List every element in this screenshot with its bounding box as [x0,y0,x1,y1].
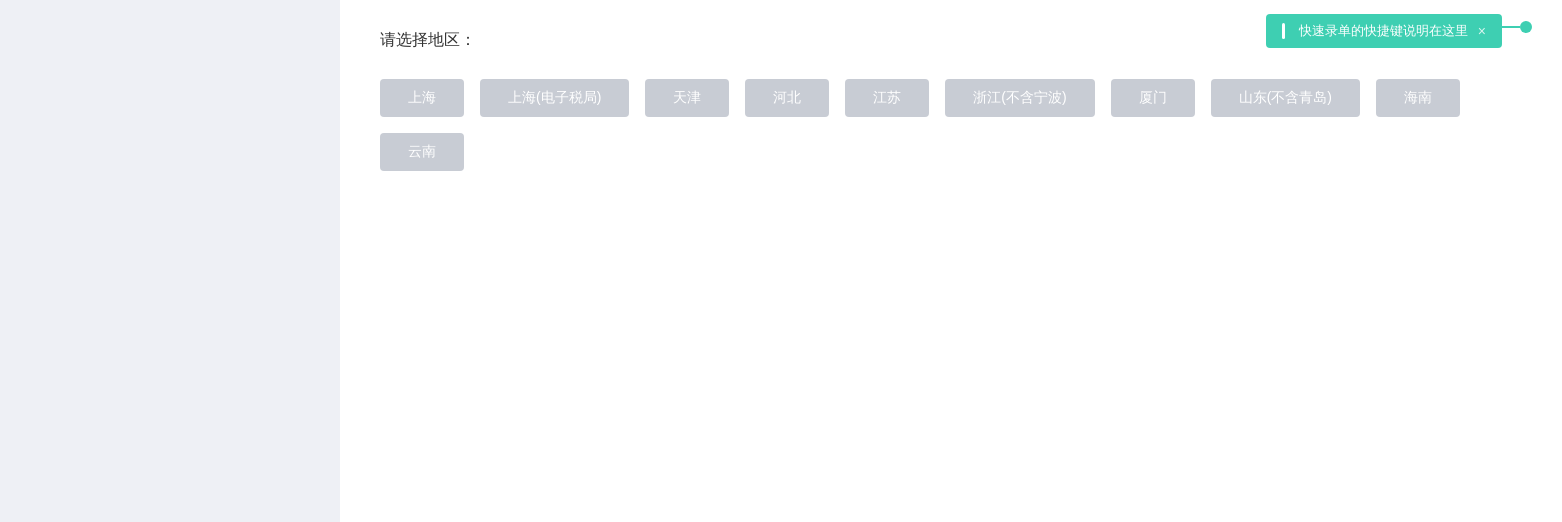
region-btn-tianjin[interactable]: 天津 [645,79,729,117]
region-btn-jiangsu[interactable]: 江苏 [845,79,929,117]
left-panel [0,0,340,522]
region-btn-yunnan[interactable]: 云南 [380,133,464,171]
region-btn-shanghai[interactable]: 上海 [380,79,464,117]
region-btn-hainan[interactable]: 海南 [1376,79,1460,117]
tooltip-text: 快速录单的快捷键说明在这里 [1299,22,1468,40]
main-content: 请选择地区： 上海上海(电子税局)天津河北江苏浙江(不含宁波)厦门山东(不含青岛… [340,0,1562,522]
tooltip-connector-dot [1520,21,1532,33]
region-btn-shandong[interactable]: 山东(不含青岛) [1211,79,1360,117]
region-btn-hebei[interactable]: 河北 [745,79,829,117]
region-btn-xiamen[interactable]: 厦门 [1111,79,1195,117]
tooltip-connector-line [1502,26,1520,28]
region-buttons-container: 上海上海(电子税局) 天津河北江苏浙江(不含宁波) 厦门山东(不含青岛) 海南云南 [380,79,1522,171]
tooltip-close-button[interactable]: × [1478,23,1486,39]
region-btn-shanghai-etax[interactable]: 上海(电子税局) [480,79,629,117]
region-btn-zhejiang[interactable]: 浙江(不含宁波) [945,79,1094,117]
tooltip-banner: 快速录单的快捷键说明在这里 × [1266,14,1502,48]
